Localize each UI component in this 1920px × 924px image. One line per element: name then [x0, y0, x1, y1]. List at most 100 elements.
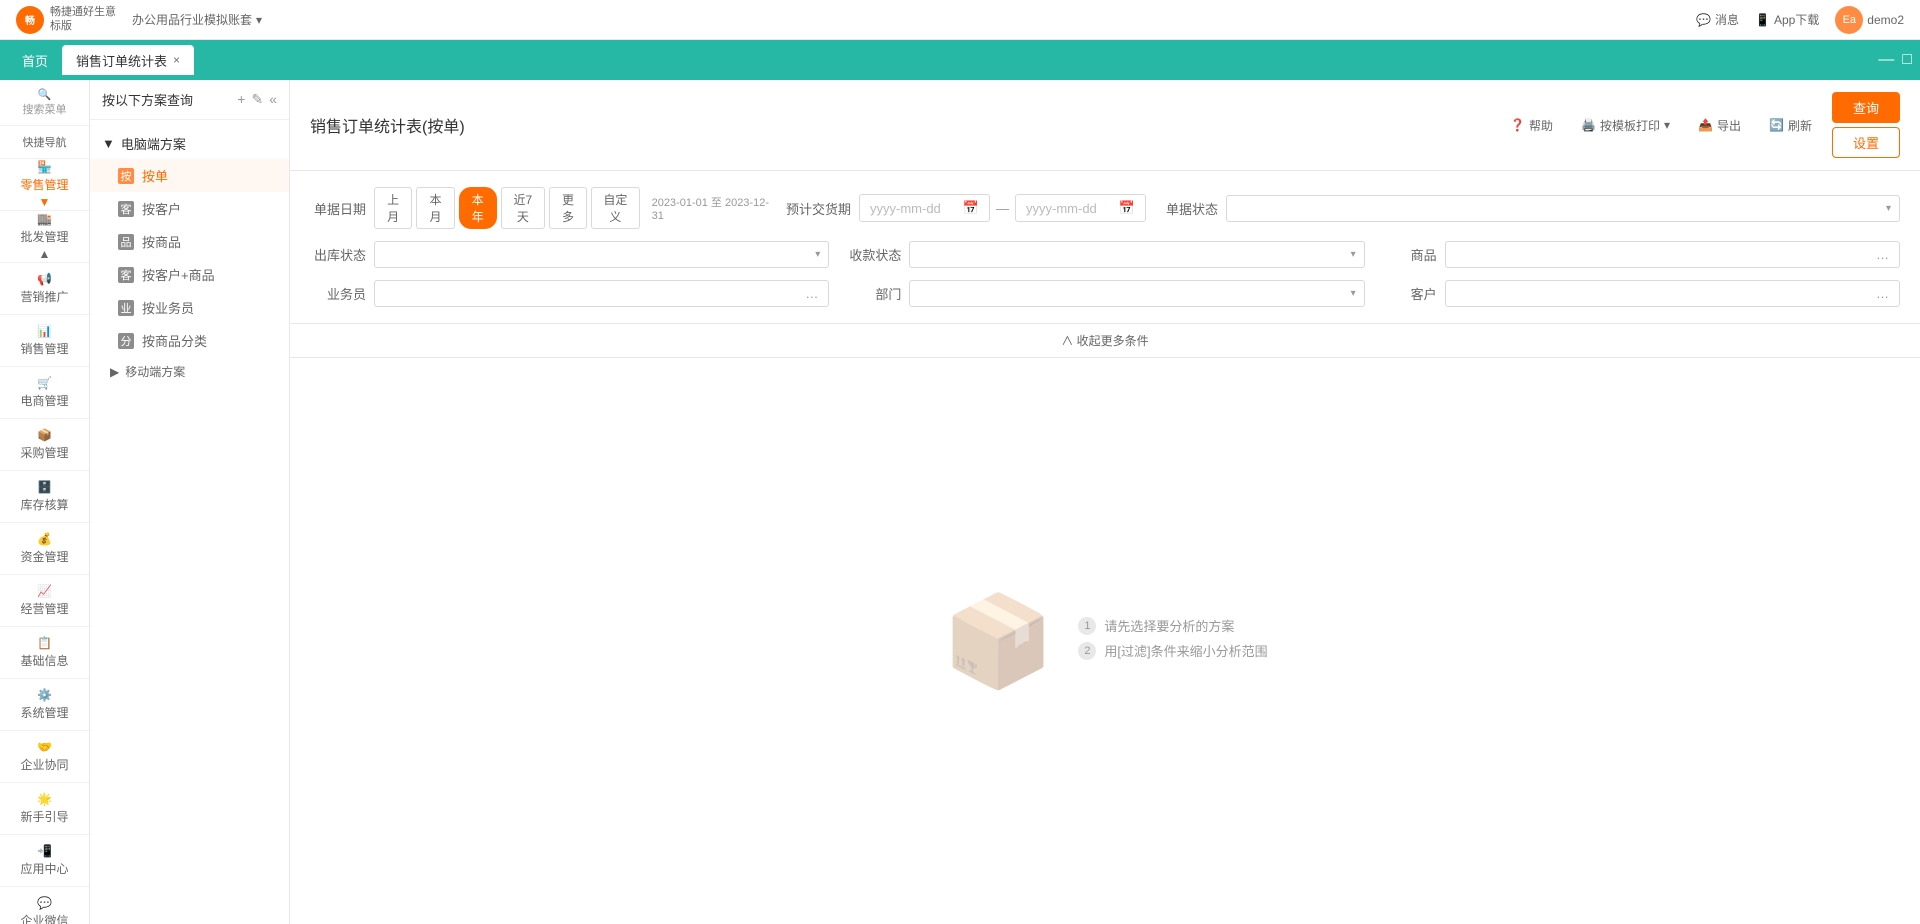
- tab-close-button[interactable]: ×: [173, 53, 180, 67]
- ship-status-label: 出库状态: [310, 245, 366, 264]
- empty-state: 📦 1 请先选择要分析的方案 2 用[过滤]条件来缩小分析范围: [290, 358, 1920, 924]
- date-custom-btn[interactable]: 自定义: [591, 187, 639, 229]
- sidebar-quick-nav[interactable]: 快捷导航: [0, 126, 89, 159]
- customer-label: 客户: [1381, 284, 1437, 303]
- scheme-by-category-icon: 分: [118, 333, 134, 349]
- print-template-button[interactable]: 🖨️ 按模板打印 ▾: [1573, 113, 1678, 138]
- logo-icon: 畅: [16, 6, 44, 34]
- sidebar-item-ecommerce[interactable]: 🛒 电商管理: [0, 367, 89, 419]
- export-button[interactable]: 📤 导出: [1690, 113, 1749, 138]
- receipt-status-label: 收款状态: [845, 245, 901, 264]
- finance-icon: 💰: [37, 532, 52, 546]
- main-layout: 🔍 搜索菜单 快捷导航 🏪 零售管理 ▼ 🏬 批发管理 ▲ 📢 营销推广 📊 销…: [0, 80, 1920, 924]
- sidebar-item-purchase[interactable]: 📦 采购管理: [0, 419, 89, 471]
- expected-date-start-input[interactable]: yyyy-mm-dd 📅: [859, 194, 990, 222]
- logo-text: 畅捷通好生意 标版: [50, 6, 116, 32]
- sidebar-item-wholesale[interactable]: 🏬 批发管理 ▲: [0, 211, 89, 263]
- salesman-more-button[interactable]: …: [805, 286, 818, 301]
- print-icon: 🖨️: [1581, 118, 1596, 132]
- help-button[interactable]: ❓ 帮助: [1502, 113, 1561, 138]
- refresh-button[interactable]: 🔄 刷新: [1761, 113, 1820, 138]
- date-last-7days-btn[interactable]: 近7天: [501, 187, 545, 229]
- scheme-collapse-button[interactable]: «: [269, 91, 277, 108]
- date-this-month-btn[interactable]: 本月: [416, 187, 454, 229]
- tab-home[interactable]: 首页: [8, 45, 62, 75]
- print-chevron-icon: ▾: [1664, 118, 1670, 132]
- date-more-btn[interactable]: 更多: [549, 187, 587, 229]
- tab-maximize-button[interactable]: □: [1902, 51, 1912, 69]
- dept-select-wrap[interactable]: ▾: [909, 280, 1364, 307]
- ecommerce-icon: 🛒: [37, 376, 52, 390]
- bill-status-select[interactable]: [1237, 201, 1889, 216]
- enterprise-icon: 🤝: [37, 740, 52, 754]
- sidebar-item-system[interactable]: ⚙️ 系统管理: [0, 679, 89, 731]
- expected-date-end-input[interactable]: yyyy-mm-dd 📅: [1015, 194, 1146, 222]
- basic-icon: 📋: [37, 636, 52, 650]
- scheme-add-button[interactable]: +: [237, 91, 245, 108]
- product-more-button[interactable]: …: [1876, 247, 1889, 262]
- system-icon: ⚙️: [37, 688, 52, 702]
- content-area: 按以下方案查询 + ✎ « ▼ 电脑端方案 按 按单: [90, 80, 1920, 924]
- wechat-icon: 💬: [37, 896, 52, 910]
- sidebar-item-marketing[interactable]: 📢 营销推广: [0, 263, 89, 315]
- ship-status-select-wrap[interactable]: ▾: [374, 241, 829, 268]
- scheme-group-mobile-header[interactable]: ▶ 移动端方案: [90, 357, 289, 386]
- collapse-bar[interactable]: ∧ 收起更多条件: [290, 324, 1920, 358]
- receipt-status-section: 收款状态 ▾: [845, 241, 1364, 268]
- product-label: 商品: [1381, 245, 1437, 264]
- setting-button[interactable]: 设置: [1832, 127, 1900, 158]
- sidebar-item-enterprise[interactable]: 🤝 企业协同: [0, 731, 89, 783]
- bill-status-select-wrap[interactable]: ▾: [1226, 195, 1900, 222]
- scheme-panel: 按以下方案查询 + ✎ « ▼ 电脑端方案 按 按单: [90, 80, 290, 924]
- scheme-item-by-order[interactable]: 按 按单: [90, 159, 289, 192]
- scheme-item-by-category[interactable]: 分 按商品分类: [90, 324, 289, 357]
- scheme-item-by-customer[interactable]: 客 按客户: [90, 192, 289, 225]
- help-icon: ❓: [1510, 118, 1525, 132]
- empty-illustration: 📦: [942, 589, 1054, 694]
- sidebar-item-wechat[interactable]: 💬 企业微信: [0, 887, 89, 924]
- date-buttons: 上月 本月 本年 近7天 更多 自定义: [374, 187, 640, 229]
- dept-select[interactable]: [920, 286, 1353, 301]
- message-icon: 💬: [1696, 13, 1711, 27]
- date-separator: —: [996, 201, 1009, 216]
- scheme-item-by-customer-product[interactable]: 客 按客户+商品: [90, 258, 289, 291]
- scheme-group-desktop-header[interactable]: ▼ 电脑端方案: [90, 128, 289, 159]
- calendar-icon: 📅: [963, 200, 979, 216]
- user-area[interactable]: Ea demo2: [1835, 6, 1904, 34]
- sidebar-item-retail[interactable]: 🏪 零售管理 ▼: [0, 159, 89, 211]
- app-download-button[interactable]: 📱 App下载: [1755, 11, 1819, 28]
- ship-status-select[interactable]: [385, 247, 818, 262]
- tab-minimize-button[interactable]: —: [1878, 51, 1894, 69]
- dept-label: 部门: [845, 284, 901, 303]
- sidebar-item-finance[interactable]: 💰 资金管理: [0, 523, 89, 575]
- search-icon: 🔍: [38, 89, 52, 101]
- sidebar-item-inventory[interactable]: 🗄️ 库存核算: [0, 471, 89, 523]
- message-button[interactable]: 💬 消息: [1696, 11, 1739, 28]
- scheme-group-desktop: ▼ 电脑端方案 按 按单 客 按客户 品 按商品: [90, 128, 289, 357]
- sidebar-item-appcenter[interactable]: 📲 应用中心: [0, 835, 89, 887]
- receipt-status-select[interactable]: [920, 247, 1353, 262]
- receipt-status-select-wrap[interactable]: ▾: [909, 241, 1364, 268]
- date-last-month-btn[interactable]: 上月: [374, 187, 412, 229]
- sidebar: 🔍 搜索菜单 快捷导航 🏪 零售管理 ▼ 🏬 批发管理 ▲ 📢 营销推广 📊 销…: [0, 80, 90, 924]
- operation-icon: 📈: [37, 584, 52, 598]
- query-button[interactable]: 查询: [1832, 92, 1900, 123]
- bill-status-label: 单据状态: [1162, 199, 1218, 218]
- expected-date-inputs: yyyy-mm-dd 📅 — yyyy-mm-dd 📅: [859, 194, 1146, 222]
- sidebar-item-basic[interactable]: 📋 基础信息: [0, 627, 89, 679]
- scheme-edit-button[interactable]: ✎: [251, 91, 263, 108]
- sidebar-item-sales[interactable]: 📊 销售管理: [0, 315, 89, 367]
- tab-sales-order-stat[interactable]: 销售订单统计表 ×: [62, 45, 194, 75]
- date-this-year-btn[interactable]: 本年: [459, 187, 497, 229]
- newbie-icon: 🌟: [37, 792, 52, 806]
- marketing-icon: 📢: [37, 272, 52, 286]
- sidebar-item-newbie[interactable]: 🌟 新手引导: [0, 783, 89, 835]
- sidebar-search[interactable]: 🔍 搜索菜单: [0, 80, 89, 126]
- customer-section: 客户 …: [1381, 280, 1900, 307]
- customer-more-button[interactable]: …: [1876, 286, 1889, 301]
- scheme-item-by-product[interactable]: 品 按商品: [90, 225, 289, 258]
- scheme-header-actions: + ✎ «: [237, 91, 277, 108]
- sidebar-item-operation[interactable]: 📈 经营管理: [0, 575, 89, 627]
- filter-row-2: 出库状态 ▾ 收款状态 ▾ 商品: [310, 241, 1900, 268]
- scheme-item-by-salesman[interactable]: 业 按业务员: [90, 291, 289, 324]
